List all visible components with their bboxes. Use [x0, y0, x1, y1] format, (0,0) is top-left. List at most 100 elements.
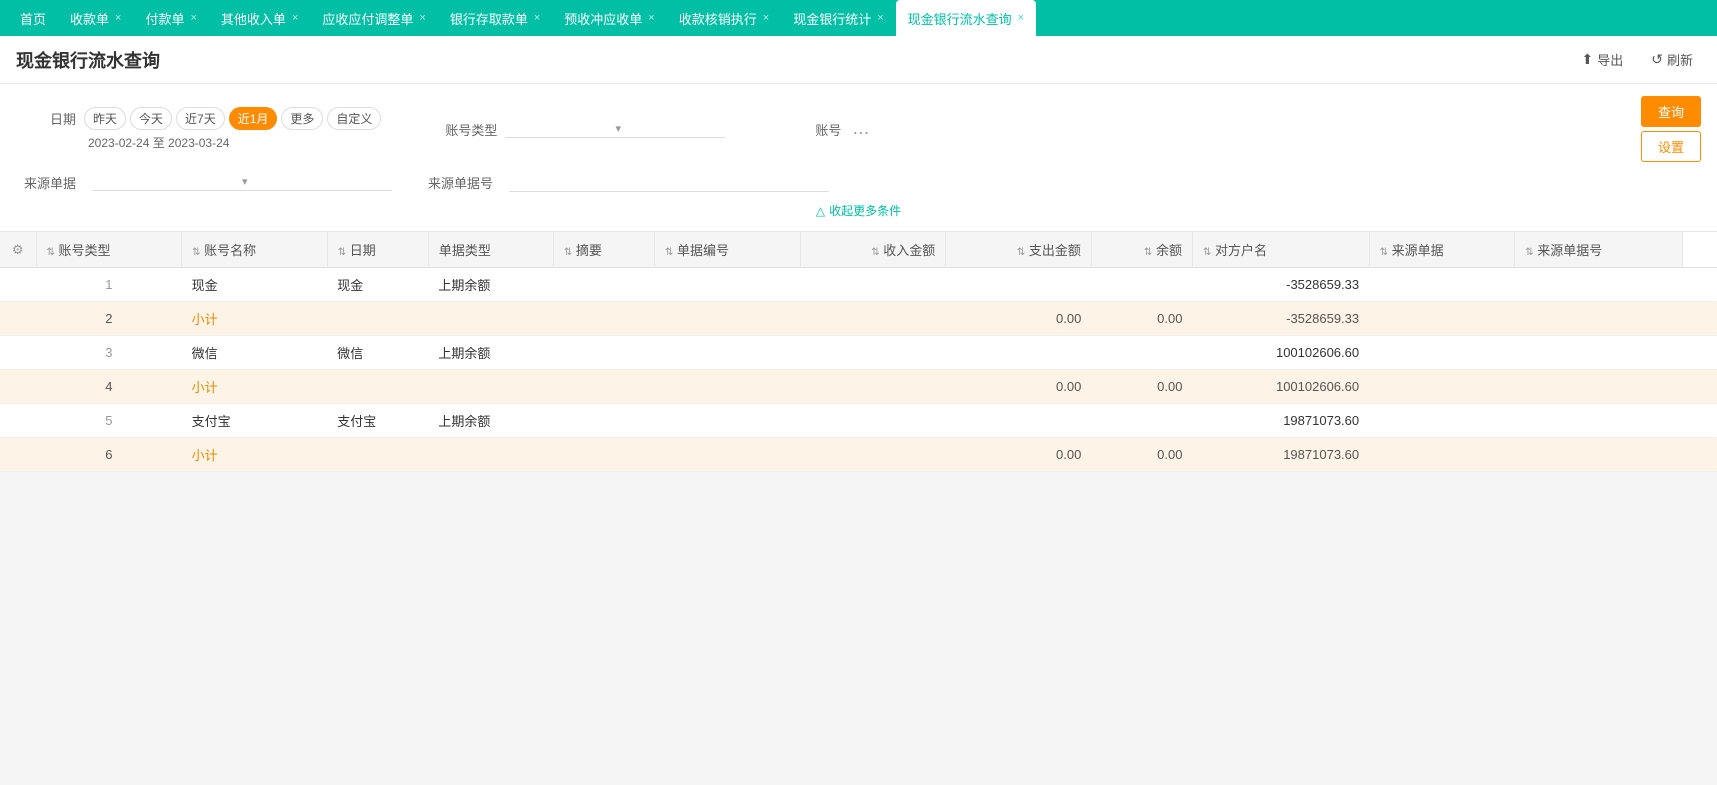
summary-cell	[654, 336, 800, 370]
close-icon[interactable]: ×	[292, 12, 298, 24]
close-icon[interactable]: ×	[534, 12, 540, 24]
nav-home[interactable]: 首页	[8, 0, 58, 36]
gear-icon[interactable]: ⚙	[12, 242, 24, 257]
account-label: 账号	[781, 120, 841, 139]
summary-cell	[654, 268, 800, 302]
chevron-down-icon: ▾	[615, 122, 721, 135]
account-type-cell: 现金	[182, 268, 328, 302]
summary-cell	[654, 438, 800, 472]
expense-cell: 0.00	[1091, 302, 1192, 336]
nav-cash-bank-stats[interactable]: 现金银行统计 ×	[781, 0, 895, 36]
refresh-icon: ↺	[1651, 51, 1663, 68]
date-btn-1month[interactable]: 近1月	[229, 107, 278, 130]
account-name-cell	[327, 438, 428, 472]
close-icon[interactable]: ×	[190, 12, 196, 24]
doc-type-cell	[553, 370, 654, 404]
source-doc-cell	[1515, 438, 1683, 472]
header-actions: ⬆ 导出 ↺ 刷新	[1574, 46, 1702, 73]
col-summary: ⇅ 摘要	[553, 232, 654, 268]
filter-action-btns: 查询 设置	[1641, 96, 1701, 162]
source-doc-no-cell	[1683, 438, 1717, 472]
nav-receipts[interactable]: 收款单 ×	[58, 0, 133, 36]
source-doc-select[interactable]: ▾	[92, 173, 392, 191]
nav-ar-ap-adjust[interactable]: 应收应付调整单 ×	[310, 0, 437, 36]
account-type-select[interactable]: ▾	[505, 120, 725, 138]
date-cell: 上期余额	[428, 336, 553, 370]
data-table: ⚙ ⇅ 账号类型 ⇅ 账号名称 ⇅ 日期 单据类型 ⇅ 摘要 ⇅ 单据编号 ⇅ …	[0, 232, 1717, 472]
close-icon[interactable]: ×	[115, 12, 121, 24]
row-settings-cell	[0, 302, 36, 336]
nav-prepayment[interactable]: 预收冲应收单 ×	[552, 0, 666, 36]
account-dots-button[interactable]: ...	[849, 118, 874, 141]
counterparty-cell	[1369, 404, 1515, 438]
date-btn-more[interactable]: 更多	[281, 107, 323, 130]
account-type-cell: 小计	[182, 438, 328, 472]
doc-no-cell	[800, 268, 946, 302]
col-balance: ⇅ 余额	[1091, 232, 1192, 268]
col-doc-type: 单据类型	[428, 232, 553, 268]
close-icon[interactable]: ×	[419, 12, 425, 24]
col-counterparty: ⇅ 对方户名	[1192, 232, 1369, 268]
balance-cell: 19871073.60	[1192, 438, 1369, 472]
source-doc-no-label: 来源单据号	[428, 173, 493, 192]
export-button[interactable]: ⬆ 导出	[1574, 46, 1632, 73]
refresh-button[interactable]: ↺ 刷新	[1643, 46, 1701, 73]
date-btn-today[interactable]: 今天	[130, 107, 172, 130]
close-icon[interactable]: ×	[648, 12, 654, 24]
doc-no-cell	[800, 336, 946, 370]
row-settings-cell	[0, 438, 36, 472]
table-row: 3微信微信上期余额100102606.60	[0, 336, 1717, 370]
close-icon[interactable]: ×	[877, 12, 883, 24]
source-doc-label: 来源单据	[16, 173, 76, 192]
date-btn-7days[interactable]: 近7天	[176, 107, 225, 130]
col-expense: ⇅ 支出金额	[946, 232, 1092, 268]
nav-bank-deposit[interactable]: 银行存取款单 ×	[438, 0, 552, 36]
nav-other-income[interactable]: 其他收入单 ×	[209, 0, 310, 36]
account-type-label: 账号类型	[437, 120, 497, 139]
source-doc-no-cell	[1683, 268, 1717, 302]
account-type-cell: 小计	[182, 370, 328, 404]
row-settings-cell	[0, 404, 36, 438]
page-header: 现金银行流水查询 ⬆ 导出 ↺ 刷新	[0, 36, 1717, 84]
nav-cash-bank-flow[interactable]: 现金银行流水查询 ×	[896, 0, 1036, 36]
page-title: 现金银行流水查询	[16, 47, 160, 73]
doc-no-cell	[800, 370, 946, 404]
table-row: 2小计0.000.00-3528659.33	[0, 302, 1717, 336]
date-btn-custom[interactable]: 自定义	[327, 107, 381, 130]
col-income: ⇅ 收入金额	[800, 232, 946, 268]
col-source-doc: ⇅ 来源单据	[1369, 232, 1515, 268]
col-date: ⇅ 日期	[327, 232, 428, 268]
date-cell: 上期余额	[428, 404, 553, 438]
income-cell: 0.00	[946, 302, 1092, 336]
nav-receipt-verify[interactable]: 收款核销执行 ×	[667, 0, 781, 36]
filter-area: 日期 昨天 今天 近7天 近1月 更多 自定义 2023-02-24 至 202…	[0, 84, 1717, 232]
source-doc-cell	[1515, 268, 1683, 302]
account-name-cell: 支付宝	[327, 404, 428, 438]
source-doc-no-cell	[1683, 404, 1717, 438]
counterparty-cell	[1369, 438, 1515, 472]
balance-cell: 100102606.60	[1192, 370, 1369, 404]
date-shortcuts: 昨天 今天 近7天 近1月 更多 自定义	[84, 107, 381, 130]
table-container: ⚙ ⇅ 账号类型 ⇅ 账号名称 ⇅ 日期 单据类型 ⇅ 摘要 ⇅ 单据编号 ⇅ …	[0, 232, 1717, 472]
doc-type-cell	[553, 438, 654, 472]
balance-cell: 100102606.60	[1192, 336, 1369, 370]
collapse-bar[interactable]: △ 收起更多条件	[16, 202, 1701, 219]
account-name-cell: 微信	[327, 336, 428, 370]
source-doc-no-input[interactable]	[513, 174, 825, 189]
table-row: 6小计0.000.0019871073.60	[0, 438, 1717, 472]
settings-button[interactable]: 设置	[1641, 131, 1701, 162]
source-doc-cell	[1515, 336, 1683, 370]
doc-no-cell	[800, 302, 946, 336]
summary-cell	[654, 404, 800, 438]
query-button[interactable]: 查询	[1641, 96, 1701, 127]
close-icon[interactable]: ×	[1018, 12, 1024, 24]
col-doc-no: ⇅ 单据编号	[654, 232, 800, 268]
nav-payments[interactable]: 付款单 ×	[133, 0, 208, 36]
row-number: 6	[36, 438, 182, 472]
expense-cell: 0.00	[1091, 438, 1192, 472]
doc-type-cell	[553, 336, 654, 370]
date-btn-yesterday[interactable]: 昨天	[84, 107, 126, 130]
row-number: 5	[36, 404, 182, 438]
close-icon[interactable]: ×	[763, 12, 769, 24]
summary-cell	[654, 302, 800, 336]
